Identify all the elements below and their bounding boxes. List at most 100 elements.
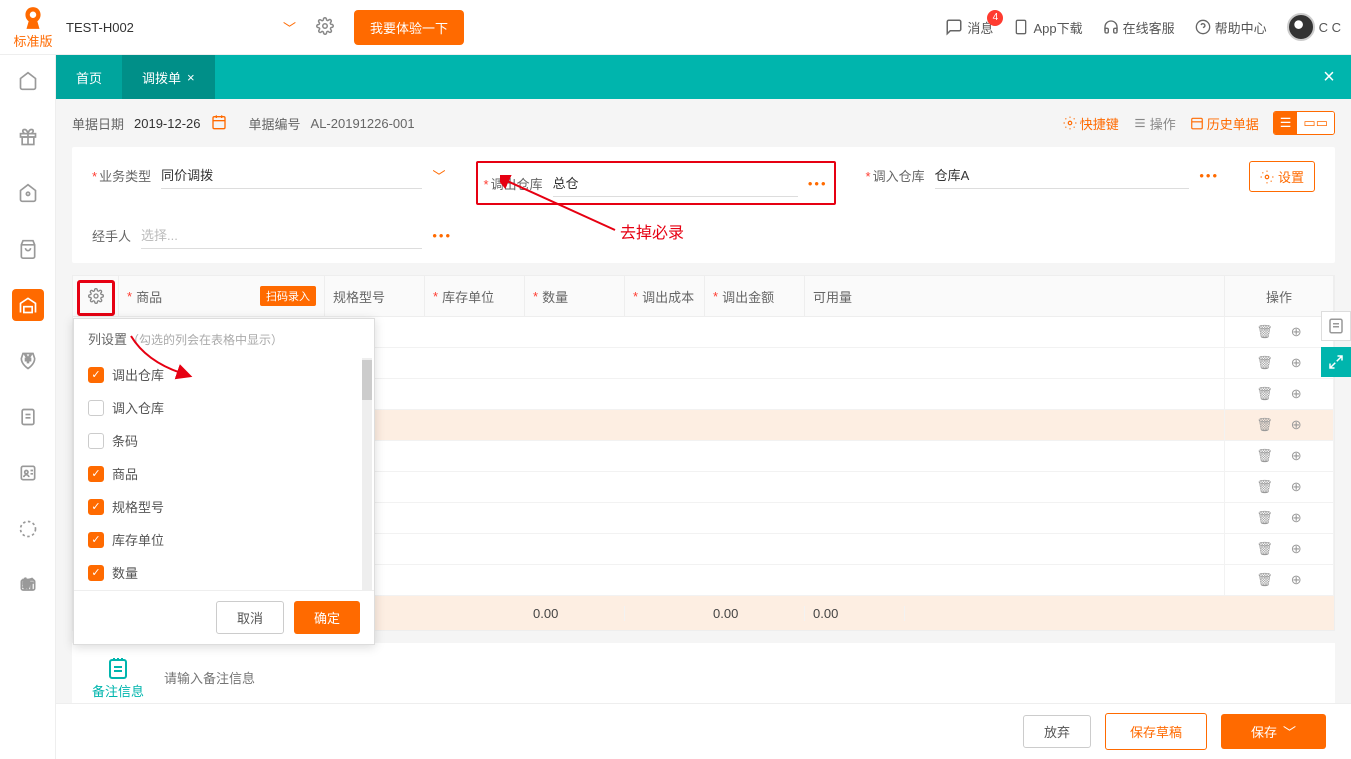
tab-transfer[interactable]: 调拨单 × bbox=[122, 55, 215, 99]
scan-tag[interactable]: 扫码录入 bbox=[260, 286, 316, 306]
column-option[interactable]: ✓ 数量 bbox=[88, 556, 360, 589]
tab-home[interactable]: 首页 bbox=[56, 55, 122, 99]
copy-icon[interactable]: ⊕ bbox=[1291, 386, 1302, 402]
remark-input[interactable] bbox=[164, 671, 1315, 686]
history-link[interactable]: 历史单据 bbox=[1190, 114, 1259, 133]
gear-icon[interactable] bbox=[306, 17, 344, 38]
delete-icon[interactable]: 🗑 bbox=[1256, 417, 1273, 433]
copy-icon[interactable]: ⊕ bbox=[1291, 417, 1302, 433]
note-icon[interactable] bbox=[1321, 311, 1351, 341]
copy-icon[interactable]: ⊕ bbox=[1291, 355, 1302, 371]
chevron-down-icon: ﹀ bbox=[1283, 722, 1296, 741]
app-download-link[interactable]: App下载 bbox=[1013, 18, 1082, 37]
user-menu[interactable]: C C bbox=[1287, 13, 1341, 41]
col-avail: 可用量 bbox=[805, 276, 1225, 316]
business-type-field[interactable]: *业务类型 同价调拨 ﹀ bbox=[92, 161, 446, 189]
checkbox[interactable]: ✓ bbox=[88, 565, 104, 581]
operation-menu[interactable]: 操作 bbox=[1133, 114, 1176, 133]
list-view-icon[interactable]: ☰ bbox=[1274, 112, 1298, 134]
column-option[interactable]: 单位2 bbox=[88, 589, 360, 590]
logo: 标准版 bbox=[10, 5, 56, 50]
chevron-down-icon: ﹀ bbox=[283, 18, 296, 37]
calendar-icon[interactable] bbox=[211, 114, 227, 133]
sidebar-contact-icon[interactable] bbox=[12, 457, 44, 489]
store-selector[interactable]: TEST-H002 ﹀ bbox=[56, 18, 306, 37]
handler-field[interactable]: 经手人 选择... ••• bbox=[92, 221, 452, 249]
remark-icon: 备注信息 bbox=[92, 657, 144, 700]
save-draft-button[interactable]: 保存草稿 bbox=[1105, 713, 1207, 750]
tabs-close-all[interactable]: × bbox=[1307, 55, 1351, 99]
col-qty: *数量 bbox=[525, 276, 625, 316]
sidebar-new-icon[interactable]: 新 bbox=[12, 569, 44, 601]
footer-bar: 放弃 保存草稿 保存 ﹀ bbox=[56, 703, 1351, 759]
checkbox[interactable] bbox=[88, 433, 104, 449]
help-link[interactable]: 帮助中心 bbox=[1195, 18, 1267, 37]
copy-icon[interactable]: ⊕ bbox=[1291, 324, 1302, 340]
discard-button[interactable]: 放弃 bbox=[1023, 715, 1091, 748]
checkbox[interactable]: ✓ bbox=[88, 466, 104, 482]
column-option[interactable]: 条码 bbox=[88, 424, 360, 457]
svg-text:新: 新 bbox=[22, 577, 33, 591]
view-toggle[interactable]: ☰ ▭▭ bbox=[1273, 111, 1335, 135]
column-option-label: 条码 bbox=[112, 431, 138, 450]
date-label: 单据日期 bbox=[72, 114, 124, 133]
more-icon[interactable]: ••• bbox=[1199, 168, 1219, 183]
column-option[interactable]: ✓商品 bbox=[88, 457, 360, 490]
sidebar-loading-icon[interactable] bbox=[12, 513, 44, 545]
col-spec: 规格型号 bbox=[325, 276, 425, 316]
cancel-button[interactable]: 取消 bbox=[216, 601, 284, 634]
sidebar-tag-icon[interactable] bbox=[12, 177, 44, 209]
save-button[interactable]: 保存 ﹀ bbox=[1221, 714, 1326, 749]
column-settings-button[interactable] bbox=[73, 276, 119, 316]
close-icon[interactable]: × bbox=[187, 70, 195, 85]
messages-link[interactable]: 消息 4 bbox=[945, 18, 993, 37]
delete-icon[interactable]: 🗑 bbox=[1256, 479, 1273, 495]
more-icon[interactable]: ••• bbox=[808, 176, 828, 191]
copy-icon[interactable]: ⊕ bbox=[1291, 510, 1302, 526]
shortcut-link[interactable]: 快捷键 bbox=[1063, 114, 1119, 133]
column-option[interactable]: ✓规格型号 bbox=[88, 490, 360, 523]
trial-button[interactable]: 我要体验一下 bbox=[354, 10, 464, 45]
delete-icon[interactable]: 🗑 bbox=[1256, 355, 1273, 371]
delete-icon[interactable]: 🗑 bbox=[1256, 541, 1273, 557]
checkbox[interactable]: ✓ bbox=[88, 499, 104, 515]
sidebar-gift-icon[interactable] bbox=[12, 121, 44, 153]
delete-icon[interactable]: 🗑 bbox=[1256, 324, 1273, 340]
top-bar: 标准版 TEST-H002 ﹀ 我要体验一下 消息 4 App下载 在线客服 帮… bbox=[0, 0, 1351, 55]
more-icon[interactable]: ••• bbox=[432, 228, 452, 243]
date-value[interactable]: 2019-12-26 bbox=[134, 116, 201, 131]
confirm-button[interactable]: 确定 bbox=[294, 601, 360, 634]
col-amt: *调出金额 bbox=[705, 276, 805, 316]
checkbox[interactable]: ✓ bbox=[88, 367, 104, 383]
grid-view-icon[interactable]: ▭▭ bbox=[1297, 112, 1334, 134]
column-option-label: 数量 bbox=[112, 563, 138, 582]
customer-service-link[interactable]: 在线客服 bbox=[1103, 18, 1175, 37]
sidebar-bag-icon[interactable] bbox=[12, 233, 44, 265]
copy-icon[interactable]: ⊕ bbox=[1291, 448, 1302, 464]
out-warehouse-field[interactable]: *调出仓库 总仓 ••• bbox=[476, 161, 836, 205]
copy-icon[interactable]: ⊕ bbox=[1291, 541, 1302, 557]
sidebar-home-icon[interactable] bbox=[12, 65, 44, 97]
delete-icon[interactable]: 🗑 bbox=[1256, 386, 1273, 402]
tabs-bar: 首页 调拨单 × × bbox=[56, 55, 1351, 99]
settings-button[interactable]: 设置 bbox=[1249, 161, 1315, 192]
col-product: *商品扫码录入 bbox=[119, 276, 325, 316]
sidebar-money-icon[interactable]: ¥ bbox=[12, 345, 44, 377]
column-option-label: 调出仓库 bbox=[112, 365, 164, 384]
delete-icon[interactable]: 🗑 bbox=[1256, 572, 1273, 588]
expand-icon[interactable] bbox=[1321, 347, 1351, 377]
copy-icon[interactable]: ⊕ bbox=[1291, 479, 1302, 495]
form-card: *业务类型 同价调拨 ﹀ *调出仓库 总仓 ••• *调入仓库 仓库A ••• bbox=[72, 147, 1335, 263]
sidebar-warehouse-icon[interactable] bbox=[12, 289, 44, 321]
in-warehouse-field[interactable]: *调入仓库 仓库A ••• bbox=[866, 161, 1220, 189]
svg-text:¥: ¥ bbox=[23, 354, 31, 366]
checkbox[interactable] bbox=[88, 400, 104, 416]
column-option[interactable]: 调入仓库 bbox=[88, 391, 360, 424]
delete-icon[interactable]: 🗑 bbox=[1256, 510, 1273, 526]
copy-icon[interactable]: ⊕ bbox=[1291, 572, 1302, 588]
checkbox[interactable]: ✓ bbox=[88, 532, 104, 548]
column-option[interactable]: ✓ 调出仓库 bbox=[88, 358, 360, 391]
delete-icon[interactable]: 🗑 bbox=[1256, 448, 1273, 464]
sidebar-clipboard-icon[interactable] bbox=[12, 401, 44, 433]
column-option[interactable]: ✓库存单位 bbox=[88, 523, 360, 556]
